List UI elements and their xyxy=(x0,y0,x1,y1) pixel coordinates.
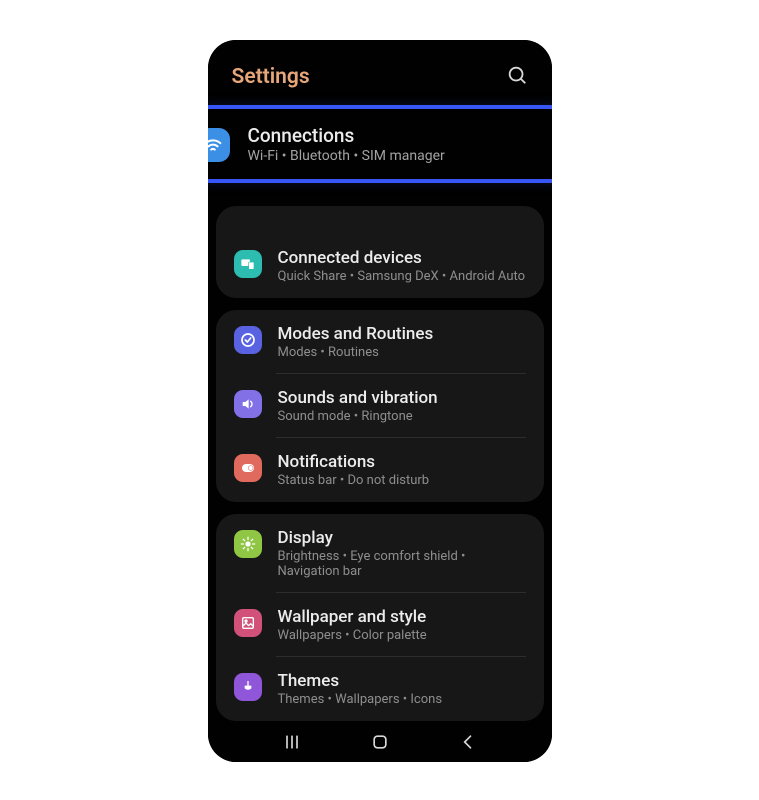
settings-item-themes[interactable]: Themes Themes • Wallpapers • Icons xyxy=(216,657,544,721)
sound-icon xyxy=(234,390,262,418)
row-title: Sounds and vibration xyxy=(278,388,526,408)
settings-header: Settings xyxy=(208,40,552,106)
wallpaper-icon xyxy=(234,609,262,637)
row-subtitle: Sound mode • Ringtone xyxy=(278,409,526,424)
row-title: Themes xyxy=(278,671,526,691)
row-title: Connections xyxy=(248,124,532,147)
settings-card: Modes and Routines Modes • Routines Soun… xyxy=(216,310,544,502)
devices-icon xyxy=(234,250,262,278)
settings-card: Display Brightness • Eye comfort shield … xyxy=(216,514,544,721)
notifications-icon xyxy=(234,454,262,482)
row-subtitle: Wi-Fi • Bluetooth • SIM manager xyxy=(248,148,532,164)
settings-card: Connected devices Quick Share • Samsung … xyxy=(216,206,544,298)
settings-item-sounds[interactable]: Sounds and vibration Sound mode • Ringto… xyxy=(216,374,544,438)
phone-screen: Settings Connections Wi-Fi • Bluetooth xyxy=(208,40,552,762)
modes-icon xyxy=(234,326,262,354)
row-subtitle: Brightness • Eye comfort shield • Naviga… xyxy=(278,549,526,579)
settings-item-connections[interactable]: Connections Wi-Fi • Bluetooth • SIM mana… xyxy=(208,105,552,183)
row-text: Modes and Routines Modes • Routines xyxy=(278,324,526,360)
row-subtitle: Status bar • Do not disturb xyxy=(278,473,526,488)
row-subtitle: Modes • Routines xyxy=(278,345,526,360)
phone-frame: Settings Connections Wi-Fi • Bluetooth xyxy=(208,40,552,762)
row-title: Modes and Routines xyxy=(278,324,526,344)
row-subtitle: Wallpapers • Color palette xyxy=(278,628,526,643)
settings-item-wallpaper[interactable]: Wallpaper and style Wallpapers • Color p… xyxy=(216,593,544,657)
settings-item-display[interactable]: Display Brightness • Eye comfort shield … xyxy=(216,514,544,593)
row-subtitle: Quick Share • Samsung DeX • Android Auto xyxy=(278,269,526,284)
row-title: Notifications xyxy=(278,452,526,472)
themes-icon xyxy=(234,673,262,701)
nav-back-button[interactable] xyxy=(458,732,478,752)
row-subtitle: Themes • Wallpapers • Icons xyxy=(278,692,526,707)
row-text: Display Brightness • Eye comfort shield … xyxy=(278,528,526,579)
page-title: Settings xyxy=(232,65,310,89)
display-icon xyxy=(234,530,262,558)
search-icon xyxy=(506,64,528,86)
settings-item-notifications[interactable]: Notifications Status bar • Do not distur… xyxy=(216,438,544,502)
navigation-bar xyxy=(208,722,552,762)
wifi-icon xyxy=(208,128,230,162)
row-text: Sounds and vibration Sound mode • Ringto… xyxy=(278,388,526,424)
nav-home-button[interactable] xyxy=(370,732,390,752)
search-button[interactable] xyxy=(506,64,528,90)
row-title: Display xyxy=(278,528,526,548)
settings-item-modes[interactable]: Modes and Routines Modes • Routines xyxy=(216,310,544,374)
row-title: Connected devices xyxy=(278,248,526,268)
nav-recents-button[interactable] xyxy=(282,732,302,752)
row-text: Wallpaper and style Wallpapers • Color p… xyxy=(278,607,526,643)
row-text: Connected devices Quick Share • Samsung … xyxy=(278,248,526,284)
row-title: Wallpaper and style xyxy=(278,607,526,627)
settings-item-connected-devices[interactable]: Connected devices Quick Share • Samsung … xyxy=(216,234,544,298)
row-text: Themes Themes • Wallpapers • Icons xyxy=(278,671,526,707)
row-text: Connections Wi-Fi • Bluetooth • SIM mana… xyxy=(248,124,532,164)
row-text: Notifications Status bar • Do not distur… xyxy=(278,452,526,488)
